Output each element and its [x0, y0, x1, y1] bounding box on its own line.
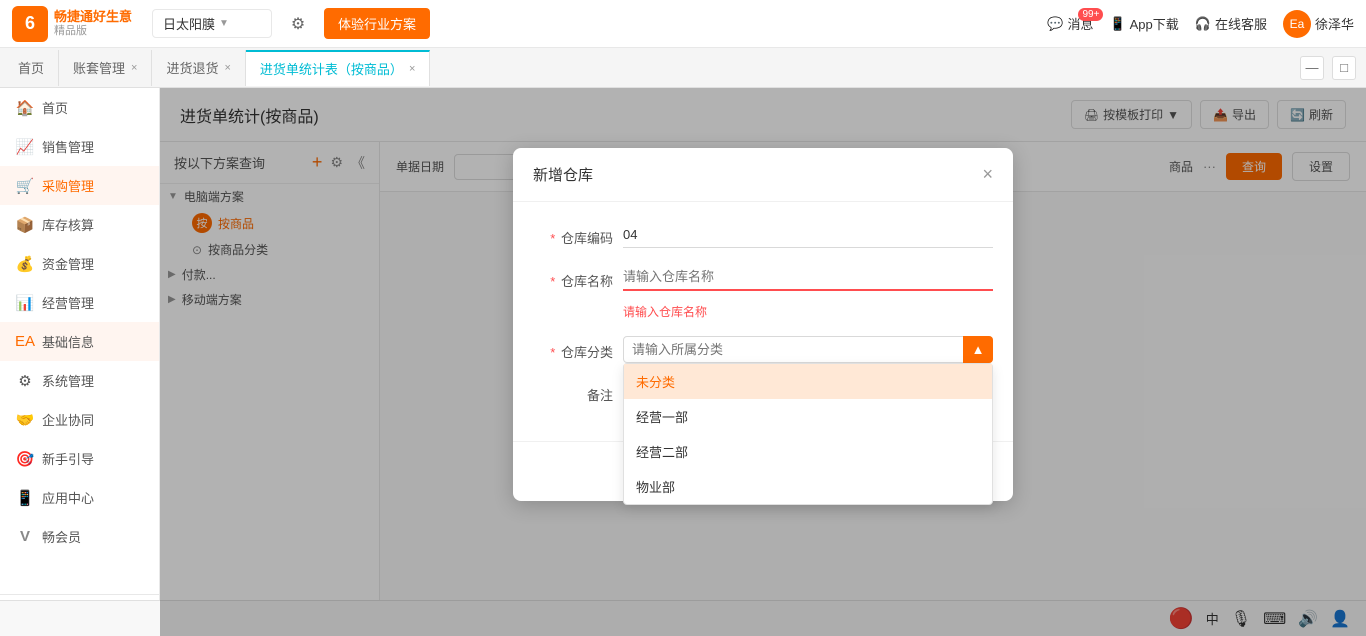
- left-sidebar: 🏠 首页 📈 销售管理 🛒 采购管理 📦 库存核算 💰 资金管理 📊 经: [0, 88, 160, 636]
- sidebar-item-sales[interactable]: 📈 销售管理: [0, 127, 159, 166]
- tab-maximize[interactable]: □: [1332, 56, 1356, 80]
- code-label: * 仓库编码: [533, 222, 613, 247]
- vip-icon: V: [16, 528, 34, 546]
- modal-close-btn[interactable]: ×: [982, 164, 993, 185]
- inventory-icon: 📦: [16, 216, 34, 234]
- message-icon: 💬: [1047, 16, 1063, 32]
- basic-icon: EA: [16, 333, 34, 351]
- sidebar-item-finance[interactable]: 💰 资金管理: [0, 244, 159, 283]
- option-property[interactable]: 物业部: [624, 469, 992, 504]
- apps-icon: 📱: [16, 489, 34, 507]
- sidebar-item-inventory[interactable]: 📦 库存核算: [0, 205, 159, 244]
- purchase-icon: 🛒: [16, 177, 34, 195]
- user-menu[interactable]: Ea 徐泽华: [1283, 10, 1354, 38]
- sidebar-item-guide[interactable]: 🎯 新手引导: [0, 439, 159, 478]
- home-icon: 🏠: [16, 99, 34, 117]
- finance-icon: 💰: [16, 255, 34, 273]
- system-icon: ⚙: [16, 372, 34, 390]
- online-service-btn[interactable]: 🎧 在线客服: [1195, 14, 1267, 33]
- option-unclassified[interactable]: 未分类: [624, 364, 992, 399]
- message-btn[interactable]: 💬 消息 99+: [1047, 14, 1093, 33]
- category-dropdown-list: 未分类 经营一部 经营二部 物业部: [623, 363, 993, 505]
- chevron-up-icon: ▲: [972, 342, 985, 357]
- sidebar-item-apps[interactable]: 📱 应用中心: [0, 478, 159, 517]
- option-dept1[interactable]: 经营一部: [624, 399, 992, 434]
- sidebar-item-purchase[interactable]: 🛒 采购管理: [0, 166, 159, 205]
- name-row: * 仓库名称 请输入仓库名称: [533, 264, 993, 320]
- sidebar-item-collab[interactable]: 🤝 企业协同: [0, 400, 159, 439]
- category-dropdown-wrapper: ▲ 未分类 经营一部 经营二部 物业部: [623, 336, 993, 363]
- tab-purchase-stat[interactable]: 进货单统计表（按商品） ×: [246, 50, 430, 86]
- content-area: 进货单统计(按商品) 🖨 按模板打印 ▼ 📤 导出 🔄 刷新: [160, 88, 1366, 636]
- tab-account[interactable]: 账套管理 ×: [59, 50, 152, 86]
- tab-close-account[interactable]: ×: [131, 62, 137, 74]
- store-dropdown-arrow: ▼: [219, 18, 229, 29]
- collab-icon: 🤝: [16, 411, 34, 429]
- settings-icon[interactable]: ⚙: [282, 8, 314, 40]
- modal-title: 新增仓库: [533, 164, 593, 185]
- modal-body: * 仓库编码 * 仓库名称: [513, 202, 1013, 441]
- sidebar-item-vip[interactable]: V 畅会员: [0, 517, 159, 556]
- tab-close-stat[interactable]: ×: [409, 63, 415, 75]
- logo-area: 6 畅捷通好生意 精品版: [12, 6, 132, 42]
- message-badge: 99+: [1078, 8, 1103, 21]
- code-row: * 仓库编码: [533, 222, 993, 248]
- new-warehouse-modal: 新增仓库 × * 仓库编码: [513, 148, 1013, 501]
- sidebar-item-operation[interactable]: 📊 经营管理: [0, 283, 159, 322]
- sidebar-item-system[interactable]: ⚙ 系统管理: [0, 361, 159, 400]
- category-dropdown-toggle[interactable]: ▲: [963, 336, 993, 363]
- modal-header: 新增仓库 ×: [513, 148, 1013, 202]
- app-download-btn[interactable]: 📱 App下载: [1109, 14, 1178, 33]
- name-error-msg: 请输入仓库名称: [623, 305, 707, 319]
- category-row: * 仓库分类 ▲ 未分类 经营: [533, 336, 993, 363]
- header-right: 💬 消息 99+ 📱 App下载 🎧 在线客服 Ea 徐泽华: [1047, 10, 1354, 38]
- user-avatar: Ea: [1283, 10, 1311, 38]
- avatar-initial: Ea: [1290, 17, 1305, 31]
- guide-icon: 🎯: [16, 450, 34, 468]
- mobile-icon: 📱: [1109, 16, 1125, 32]
- tab-bar: 首页 账套管理 × 进货退货 × 进货单统计表（按商品） × — □: [0, 48, 1366, 88]
- code-input[interactable]: [623, 222, 993, 248]
- logo-icon: 6: [12, 6, 48, 42]
- logo-text: 畅捷通好生意 精品版: [54, 9, 132, 38]
- sidebar-item-basic[interactable]: EA 基础信息: [0, 322, 159, 361]
- note-label: 备注: [533, 379, 613, 404]
- tab-purchase-return[interactable]: 进货退货 ×: [152, 50, 245, 86]
- tab-home[interactable]: 首页: [4, 50, 59, 86]
- tab-close-return[interactable]: ×: [224, 62, 230, 74]
- operation-icon: 📊: [16, 294, 34, 312]
- sidebar-item-home[interactable]: 🏠 首页: [0, 88, 159, 127]
- modal-overlay: 新增仓库 × * 仓库编码: [160, 88, 1366, 636]
- tab-minimize[interactable]: —: [1300, 56, 1324, 80]
- option-dept2[interactable]: 经营二部: [624, 434, 992, 469]
- store-selector[interactable]: 日太阳膜 ▼: [152, 9, 272, 38]
- name-label: * 仓库名称: [533, 265, 613, 290]
- trial-button[interactable]: 体验行业方案: [324, 8, 430, 39]
- category-label: * 仓库分类: [533, 336, 613, 361]
- headset-icon: 🎧: [1195, 16, 1211, 32]
- top-header: 6 畅捷通好生意 精品版 日太阳膜 ▼ ⚙ 体验行业方案 💬 消息 99+ 📱 …: [0, 0, 1366, 48]
- sales-icon: 📈: [16, 138, 34, 156]
- name-input[interactable]: [623, 264, 993, 291]
- tab-actions: — □: [1300, 56, 1366, 80]
- main-layout: 🏠 首页 📈 销售管理 🛒 采购管理 📦 库存核算 💰 资金管理 📊 经: [0, 88, 1366, 636]
- category-input[interactable]: [623, 336, 993, 363]
